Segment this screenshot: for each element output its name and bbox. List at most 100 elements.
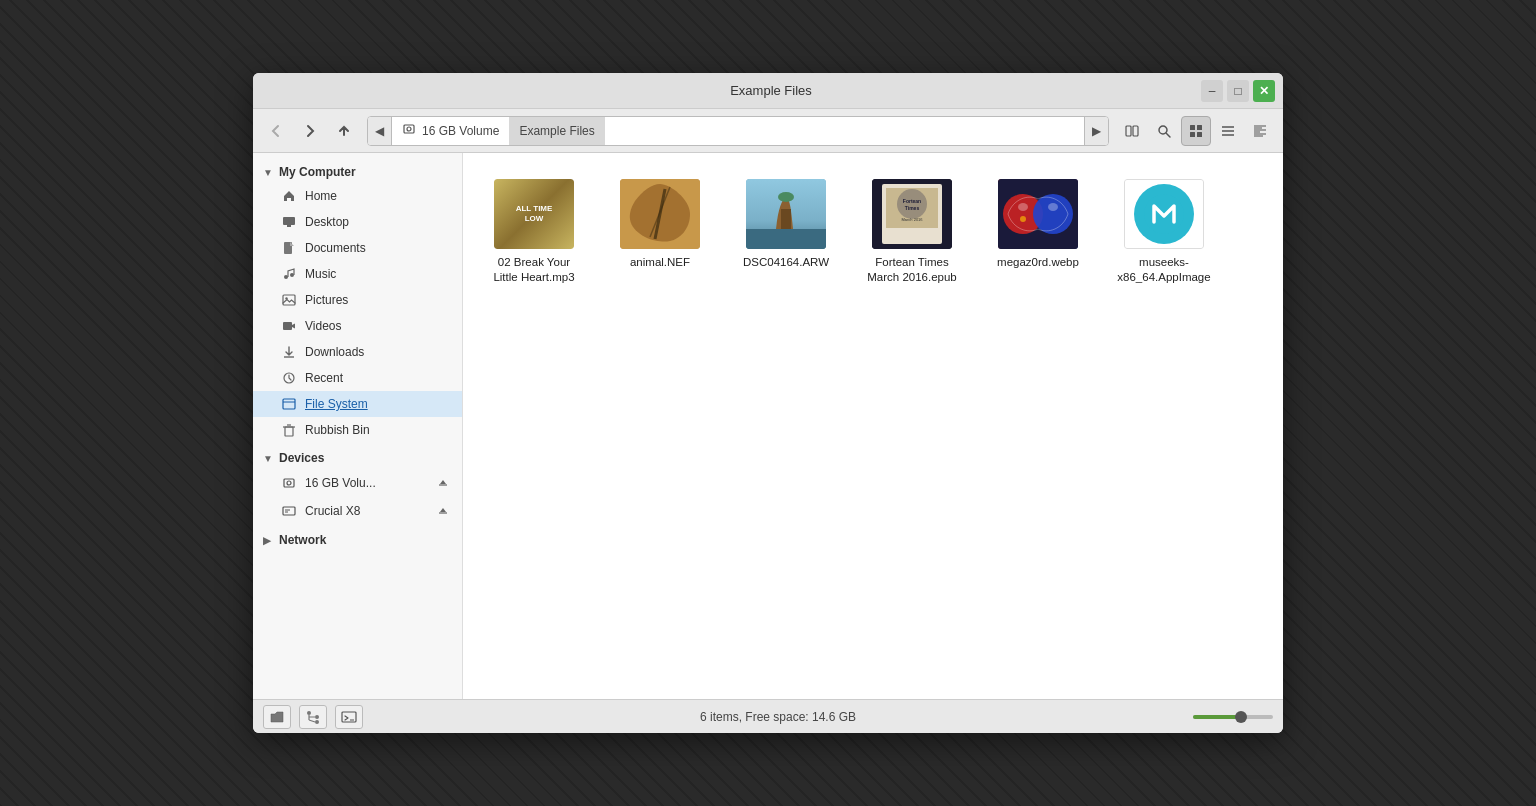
svg-rect-43 [746,229,826,249]
toolbar: ◀ 16 GB Volume Example Files ▶ [253,109,1283,153]
pictures-label: Pictures [305,293,348,307]
back-button[interactable] [261,116,291,146]
downloads-label: Downloads [305,345,364,359]
sidebar-item-home[interactable]: Home [253,183,462,209]
view-list-button[interactable] [1213,116,1243,146]
sidebar-item-recent[interactable]: Recent [253,365,462,391]
statusbar-btn-folder[interactable] [263,705,291,729]
videos-icon [281,318,297,334]
file-item-epub[interactable]: Fortean Times March 2016 Fortean Times M… [857,169,967,295]
sidebar-section-network: ▶ Network [253,529,462,551]
mycomputer-chevron: ▼ [263,167,275,178]
svg-rect-24 [283,295,295,305]
recent-icon [281,370,297,386]
svg-point-62 [315,715,319,719]
svg-rect-26 [283,322,292,330]
close-button[interactable]: ✕ [1253,80,1275,102]
minimize-button[interactable]: – [1201,80,1223,102]
file-name-epub: Fortean Times March 2016.epub [863,255,961,285]
sidebar-mycomputer-header[interactable]: ▼ My Computer [253,161,462,183]
home-icon [281,188,297,204]
sidebar-item-videos[interactable]: Videos [253,313,462,339]
file-grid: ALL TIMELOW 02 Break Your Little Heart.m… [479,169,1267,295]
svg-rect-20 [287,225,291,227]
svg-rect-34 [284,479,294,487]
svg-point-58 [1048,203,1058,211]
svg-rect-36 [283,507,295,515]
sidebar-item-16gb[interactable]: 16 GB Volu... [253,469,462,497]
breadcrumb-folder-label: Example Files [519,124,594,138]
filesystem-label: File System [305,397,368,411]
svg-point-63 [315,720,319,724]
file-name-arw: DSC04164.ARW [743,255,829,270]
svg-rect-29 [283,399,295,409]
svg-point-35 [287,481,291,485]
sidebar-item-documents[interactable]: Documents [253,235,462,261]
sidebar-item-crucialx8[interactable]: Crucial X8 [253,497,462,525]
zoom-track[interactable] [1193,715,1273,719]
network-label: Network [279,533,326,547]
music-label: Music [305,267,336,281]
file-thumb-arw [746,179,826,249]
up-button[interactable] [329,116,359,146]
music-icon [281,266,297,282]
search-button[interactable] [1149,116,1179,146]
window-title: Example Files [341,83,1201,98]
file-item-webp[interactable]: megaz0rd.webp [983,169,1093,295]
svg-rect-2 [1126,126,1131,136]
file-name-nef: animal.NEF [630,255,690,270]
file-manager-window: Example Files – □ ✕ ◀ [253,73,1283,733]
recent-label: Recent [305,371,343,385]
svg-rect-53 [886,229,938,244]
maximize-button[interactable]: □ [1227,80,1249,102]
sidebar-item-filesystem[interactable]: File System [253,391,462,417]
sidebar-network-header[interactable]: ▶ Network [253,529,462,551]
zoom-area [1193,715,1273,719]
rubbish-icon [281,422,297,438]
svg-text:March 2016: March 2016 [901,217,923,222]
museeks-icon [1134,184,1194,244]
breadcrumb-volume-label: 16 GB Volume [422,124,499,138]
crucialx8-icon [281,503,297,519]
sidebar-item-rubbish[interactable]: Rubbish Bin [253,417,462,443]
sidebar-item-downloads[interactable]: Downloads [253,339,462,365]
file-item-nef[interactable]: animal.NEF [605,169,715,295]
documents-icon [281,240,297,256]
svg-point-22 [284,275,288,279]
view-columns-button[interactable] [1245,116,1275,146]
sidebar-item-music[interactable]: Music [253,261,462,287]
file-name-webp: megaz0rd.webp [997,255,1079,270]
statusbar-btn-tree[interactable] [299,705,327,729]
toolbar-right [1117,116,1275,146]
file-item-mp3[interactable]: ALL TIMELOW 02 Break Your Little Heart.m… [479,169,589,295]
titlebar: Example Files – □ ✕ [253,73,1283,109]
statusbar: 6 items, Free space: 14.6 GB [253,699,1283,733]
mycomputer-label: My Computer [279,165,356,179]
file-item-appimage[interactable]: museeks-x86_64.AppImage [1109,169,1219,295]
zoom-thumb[interactable] [1235,711,1247,723]
sidebar-item-pictures[interactable]: Pictures [253,287,462,313]
breadcrumb-volume[interactable]: 16 GB Volume [392,117,509,145]
eject-16gb-button[interactable] [434,474,452,492]
toggle-split-button[interactable] [1117,116,1147,146]
breadcrumb-left-arrow[interactable]: ◀ [368,117,392,145]
svg-point-59 [1020,216,1026,222]
downloads-icon [281,344,297,360]
sidebar-item-desktop[interactable]: Desktop [253,209,462,235]
file-thumb-nef [620,179,700,249]
sidebar-devices-header[interactable]: ▼ Devices [253,447,462,469]
statusbar-btn-terminal[interactable] [335,705,363,729]
statusbar-info: 6 items, Free space: 14.6 GB [371,710,1185,724]
eject-crucialx8-button[interactable] [434,502,452,520]
svg-point-51 [897,189,927,219]
forward-button[interactable] [295,116,325,146]
file-item-arw[interactable]: DSC04164.ARW [731,169,841,295]
file-thumb-epub: Fortean Times March 2016 [872,179,952,249]
desktop-label: Desktop [305,215,349,229]
sidebar: ▼ My Computer Home [253,153,463,699]
breadcrumb-right-arrow[interactable]: ▶ [1084,117,1108,145]
volume-16gb-label: 16 GB Volu... [305,476,376,490]
view-grid-button[interactable] [1181,116,1211,146]
documents-label: Documents [305,241,366,255]
breadcrumb-folder[interactable]: Example Files [509,117,604,145]
